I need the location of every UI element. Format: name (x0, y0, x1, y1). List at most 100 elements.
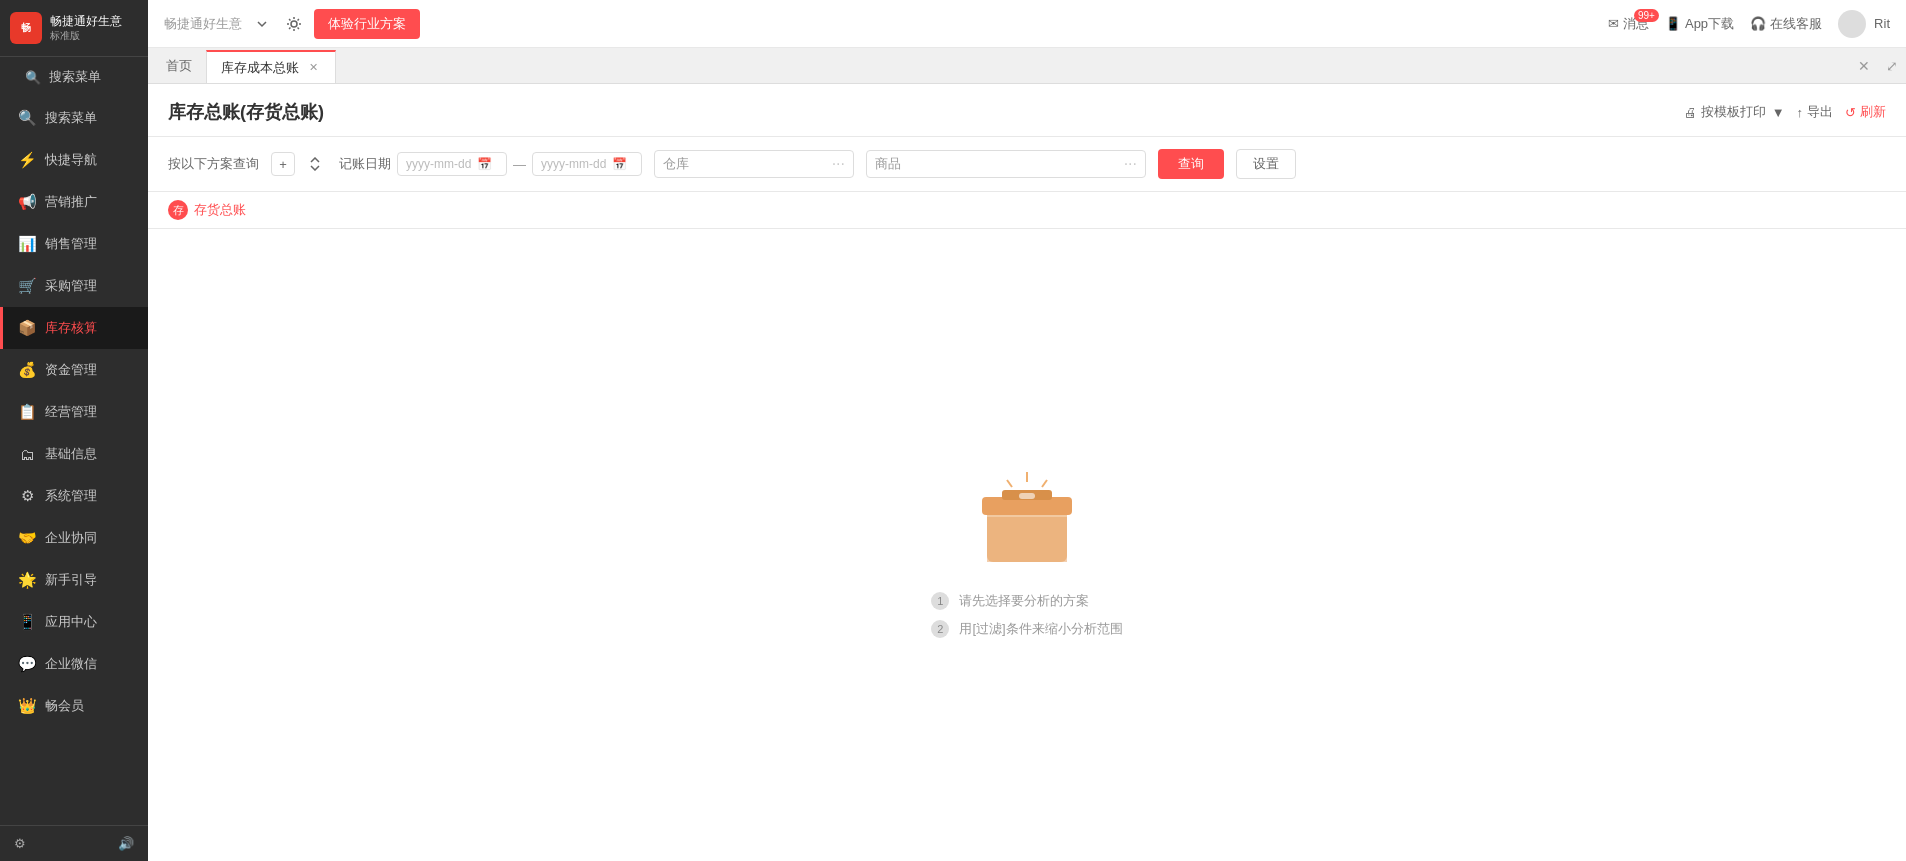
topbar-dropdown[interactable] (250, 12, 274, 36)
goods-more-icon[interactable]: ··· (1124, 155, 1137, 173)
tab-close-icon[interactable]: ✕ (305, 60, 321, 76)
corp-icon: 🤝 (17, 528, 37, 548)
sidebar-item-sales[interactable]: 📊 销售管理 (0, 223, 148, 265)
online-support-button[interactable]: 🎧 在线客服 (1750, 15, 1822, 33)
marketing-icon: 📢 (17, 192, 37, 212)
sidebar-item-wechat[interactable]: 💬 企业微信 (0, 643, 148, 685)
tab-bar: 首页 库存成本总账 ✕ ✕ ⤢ (148, 48, 1906, 84)
sidebar-item-label: 营销推广 (45, 193, 97, 211)
sidebar-item-purchase[interactable]: 🛒 采购管理 (0, 265, 148, 307)
audio-icon[interactable]: 🔊 (118, 836, 134, 851)
brand-name: 畅捷通好生意 标准版 (50, 14, 122, 43)
tab-close-panel-button[interactable]: ✕ (1850, 52, 1878, 80)
app-download-button[interactable]: 📱 App下载 (1665, 15, 1734, 33)
filter-add-button[interactable]: + (271, 152, 295, 176)
sidebar-item-inventory[interactable]: 📦 库存核算 (0, 307, 148, 349)
print-dropdown-icon[interactable]: ▼ (1772, 105, 1785, 120)
warehouse-filter-group: 仓库 ··· (654, 150, 854, 178)
sidebar-footer: ⚙ 🔊 (0, 825, 148, 861)
page: 库存总账(存货总账) 🖨 按模板打印 ▼ ↑ 导出 ↺ 刷新 (148, 84, 1906, 861)
hint-num-1: 1 (931, 592, 949, 610)
sidebar-item-label: 资金管理 (45, 361, 97, 379)
date-label: 记账日期 (339, 155, 391, 173)
sidebar-item-business[interactable]: 📋 经营管理 (0, 391, 148, 433)
set-button[interactable]: 设置 (1236, 149, 1296, 179)
topbar: 畅捷通好生意 体验行业方案 ✉ 消息 99+ 📱 App下载 🎧 在线客服 (148, 0, 1906, 48)
sidebar-nav: 🔍 搜索菜单 ⚡ 快捷导航 📢 营销推广 📊 销售管理 🛒 采购管理 📦 库存核… (0, 97, 148, 825)
phone-icon: 📱 (1665, 16, 1681, 31)
sidebar-item-label: 企业协同 (45, 529, 97, 547)
goods-filter-group: 商品 ··· (866, 150, 1146, 178)
user-menu[interactable]: Rit (1838, 10, 1890, 38)
calendar-start-icon[interactable]: 📅 (477, 157, 492, 171)
date-filter-group: 记账日期 yyyy-mm-dd 📅 — yyyy-mm-dd 📅 (339, 152, 642, 176)
sidebar-item-label: 新手引导 (45, 571, 97, 589)
sub-filter-inventory[interactable]: 存 存货总账 (168, 200, 246, 220)
sidebar-item-guide[interactable]: 🌟 新手引导 (0, 559, 148, 601)
sidebar-item-appstore[interactable]: 📱 应用中心 (0, 601, 148, 643)
headset-icon: 🎧 (1750, 16, 1766, 31)
hint-num-2: 2 (931, 620, 949, 638)
message-button[interactable]: ✉ 消息 99+ (1608, 15, 1649, 33)
sidebar-item-label: 畅会员 (45, 697, 84, 715)
filter-actions: + (271, 152, 327, 176)
avatar (1838, 10, 1866, 38)
sidebar-item-basic[interactable]: 🗂 基础信息 (0, 433, 148, 475)
calendar-end-icon[interactable]: 📅 (612, 157, 627, 171)
filter-row: 记账日期 yyyy-mm-dd 📅 — yyyy-mm-dd 📅 (339, 149, 1886, 179)
message-badge: 99+ (1634, 9, 1659, 22)
goods-select[interactable]: 商品 ··· (866, 150, 1146, 178)
topbar-right: ✉ 消息 99+ 📱 App下载 🎧 在线客服 Rit (1608, 10, 1890, 38)
topbar-settings-icon[interactable] (282, 12, 306, 36)
appstore-icon: 📱 (17, 612, 37, 632)
sidebar-item-label: 快捷导航 (45, 151, 97, 169)
search-icon: 🔍 (25, 70, 41, 85)
empty-hint-2: 2 用[过滤]条件来缩小分析范围 (931, 620, 1122, 638)
business-icon: 📋 (17, 402, 37, 422)
tab-home[interactable]: 首页 (152, 48, 206, 83)
sidebar-item-search[interactable]: 🔍 搜索菜单 (0, 97, 148, 139)
export-button[interactable]: ↑ 导出 (1797, 103, 1834, 121)
settings-icon[interactable]: ⚙ (14, 836, 26, 851)
warehouse-more-icon[interactable]: ··· (832, 155, 845, 173)
date-start-input[interactable]: yyyy-mm-dd 📅 (397, 152, 507, 176)
svg-line-6 (1042, 480, 1047, 487)
sidebar-item-marketing[interactable]: 📢 营销推广 (0, 181, 148, 223)
tab-expand-icon[interactable]: ⤢ (1878, 52, 1906, 80)
main-area: 畅捷通好生意 体验行业方案 ✉ 消息 99+ 📱 App下载 🎧 在线客服 (148, 0, 1906, 861)
member-icon: 👑 (17, 696, 37, 716)
query-button[interactable]: 查询 (1158, 149, 1224, 179)
sidebar-item-system[interactable]: ⚙ 系统管理 (0, 475, 148, 517)
guide-icon: 🌟 (17, 570, 37, 590)
print-icon: 🖨 (1684, 105, 1697, 120)
svg-rect-8 (1019, 493, 1035, 499)
message-icon: ✉ (1608, 16, 1619, 31)
filter-collapse-button[interactable] (303, 152, 327, 176)
filter-label: 按以下方案查询 (168, 155, 259, 173)
inventory-icon: 📦 (17, 318, 37, 338)
search-icon: 🔍 (17, 108, 37, 128)
app-logo: 畅 (10, 12, 42, 44)
warehouse-select[interactable]: 仓库 ··· (654, 150, 854, 178)
date-end-input[interactable]: yyyy-mm-dd 📅 (532, 152, 642, 176)
finance-icon: 💰 (17, 360, 37, 380)
sidebar-search[interactable]: 🔍 搜索菜单 (0, 57, 148, 97)
sidebar-item-corp[interactable]: 🤝 企业协同 (0, 517, 148, 559)
page-title: 库存总账(存货总账) (168, 100, 324, 124)
sidebar-item-label: 系统管理 (45, 487, 97, 505)
sidebar-item-label: 应用中心 (45, 613, 97, 631)
print-button[interactable]: 🖨 按模板打印 ▼ (1684, 103, 1785, 121)
sidebar-item-label: 销售管理 (45, 235, 97, 253)
export-icon: ↑ (1797, 105, 1804, 120)
refresh-button[interactable]: ↺ 刷新 (1845, 103, 1886, 121)
refresh-icon: ↺ (1845, 105, 1856, 120)
sidebar-item-finance[interactable]: 💰 资金管理 (0, 349, 148, 391)
inventory-icon: 存 (168, 200, 188, 220)
sidebar-item-shortcut[interactable]: ⚡ 快捷导航 (0, 139, 148, 181)
industry-solution-button[interactable]: 体验行业方案 (314, 9, 420, 39)
tab-inventory-cost[interactable]: 库存成本总账 ✕ (206, 50, 336, 83)
sidebar-item-label: 库存核算 (45, 319, 97, 337)
basic-icon: 🗂 (17, 444, 37, 464)
sidebar-item-member[interactable]: 👑 畅会员 (0, 685, 148, 727)
sidebar-item-label: 企业微信 (45, 655, 97, 673)
